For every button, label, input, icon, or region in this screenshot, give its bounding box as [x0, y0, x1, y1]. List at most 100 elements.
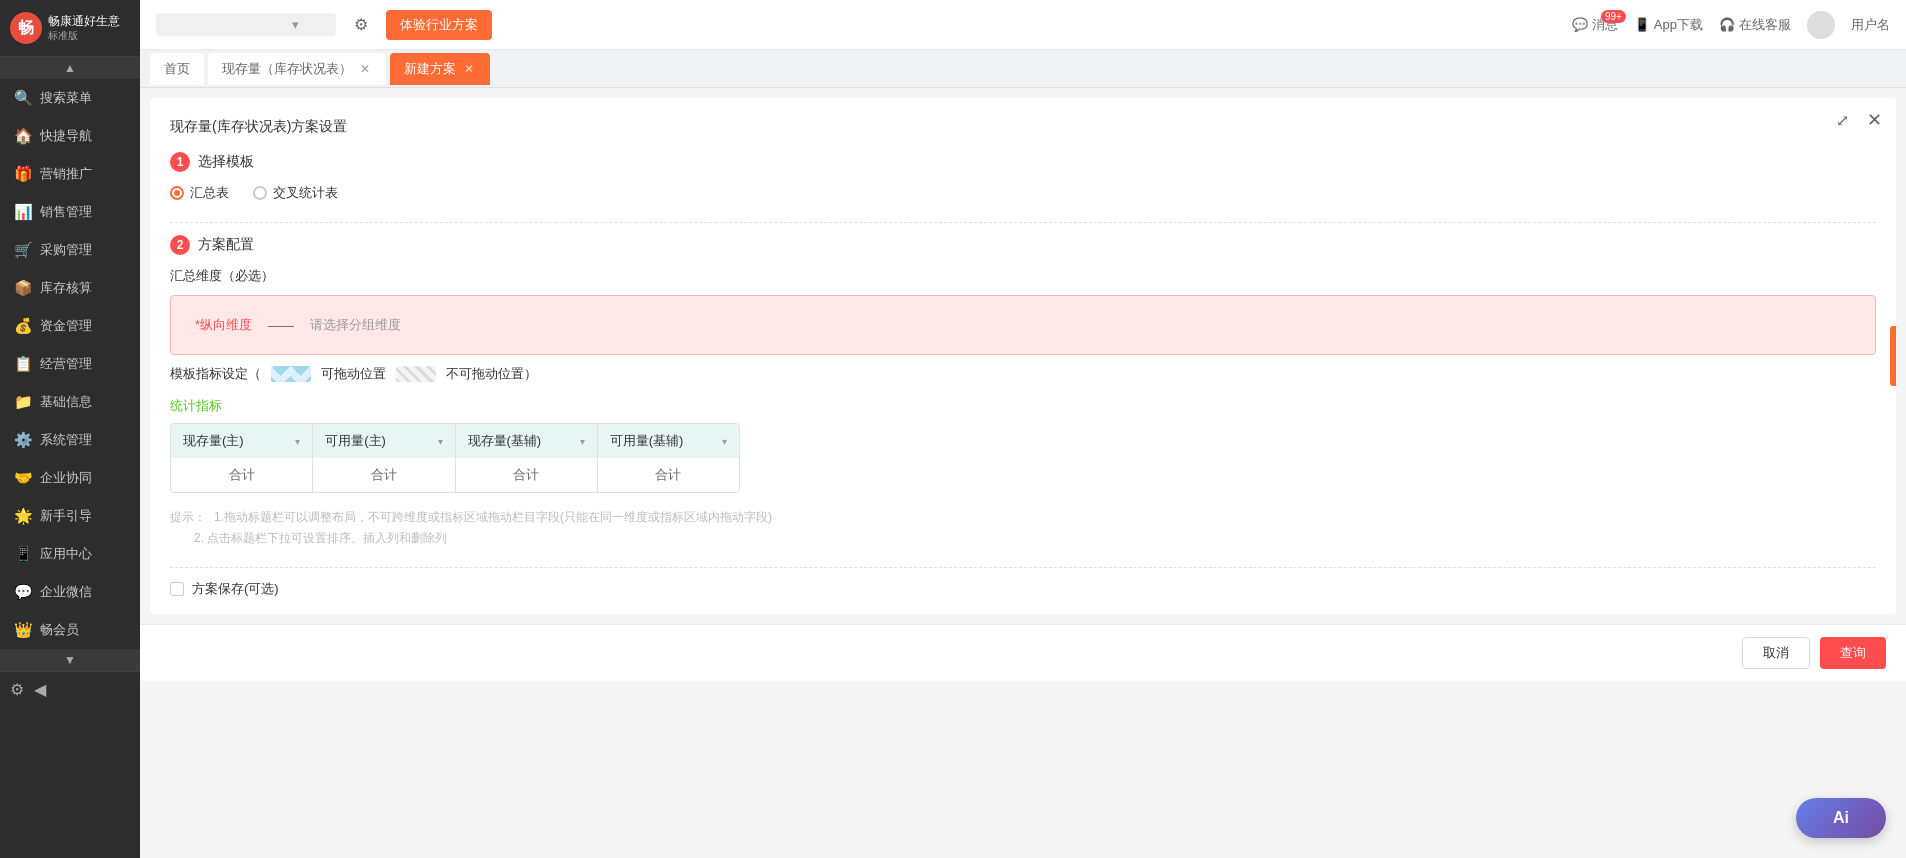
- stats-col-3[interactable]: 现存量(基辅) ▾: [456, 424, 598, 458]
- col2-dropdown-icon[interactable]: ▾: [438, 436, 443, 447]
- sidebar-logo: 畅 畅康通好生意 标准版: [0, 0, 140, 57]
- header-right: 💬 消息 99+ 📱 App下载 🎧 在线客服 用户名: [1572, 11, 1890, 39]
- app-logo-icon: 畅: [10, 12, 42, 44]
- stats-col-2[interactable]: 可用量(主) ▾: [313, 424, 455, 458]
- radio-cross-dot: [253, 186, 267, 200]
- save-plan-row: 方案保存(可选): [170, 580, 1876, 598]
- main-panel: ⤢ ✕ 现存量(库存状况表)方案设置 1 选择模板 汇总表: [150, 98, 1896, 614]
- trial-button[interactable]: 体验行业方案: [386, 10, 492, 40]
- panel-expand-button[interactable]: ⤢: [1828, 106, 1856, 134]
- stats-table-header: 现存量(主) ▾ 可用量(主) ▾ 现存量(基辅) ▾ 可用量(基辅): [171, 424, 739, 458]
- sidebar-item-finance[interactable]: 💰 资金管理: [0, 307, 140, 345]
- draggable-label: 可拖动位置: [321, 365, 386, 383]
- panel-controls: ⤢ ✕: [1828, 106, 1888, 134]
- draggable-indicator: [271, 366, 311, 382]
- non-draggable-label: 不可拖动位置）: [446, 365, 537, 383]
- step1-title: 选择模板: [198, 153, 254, 171]
- query-button[interactable]: 查询: [1820, 637, 1886, 669]
- cancel-button[interactable]: 取消: [1742, 637, 1810, 669]
- sidebar-scroll-down[interactable]: ▼: [0, 649, 140, 671]
- radio-summary[interactable]: 汇总表: [170, 184, 229, 202]
- col3-dropdown-icon[interactable]: ▾: [580, 436, 585, 447]
- radio-cross[interactable]: 交叉统计表: [253, 184, 338, 202]
- step2-header: 2 方案配置: [170, 235, 1876, 255]
- top-header: ▾ ⚙ 体验行业方案 💬 消息 99+ 📱 App下载 🎧 在线客服 用户名: [140, 0, 1906, 50]
- sidebar-item-inventory[interactable]: 📦 库存核算: [0, 269, 140, 307]
- gift-icon: 🎁: [14, 165, 32, 183]
- tab-home[interactable]: 首页: [150, 53, 204, 85]
- footer-bar: 取消 查询: [140, 624, 1906, 681]
- sidebar-item-management[interactable]: 📋 经营管理: [0, 345, 140, 383]
- col1-dropdown-icon[interactable]: ▾: [295, 436, 300, 447]
- tips-section: 提示： 1.拖动标题栏可以调整布局，不可跨维度或指标区域拖动栏目字段(只能在同一…: [170, 509, 1876, 547]
- save-plan-label: 方案保存(可选): [192, 580, 279, 598]
- sidebar-item-system[interactable]: ⚙️ 系统管理: [0, 421, 140, 459]
- divider-2: [170, 567, 1876, 568]
- sidebar: 畅 畅康通好生意 标准版 ▲ 🔍 搜索菜单 🏠 快捷导航 🎁 营销推广 📊 销售…: [0, 0, 140, 858]
- gear-icon: ⚙️: [14, 431, 32, 449]
- phone-icon: 📱: [14, 545, 32, 563]
- vertical-dim-placeholder: 请选择分组维度: [310, 316, 401, 334]
- header-settings-button[interactable]: ⚙: [346, 10, 376, 40]
- stats-col-1[interactable]: 现存量(主) ▾: [171, 424, 313, 458]
- user-avatar[interactable]: [1807, 11, 1835, 39]
- sidebar-bottom: ⚙ ◀: [0, 671, 140, 707]
- chart-icon: 📊: [14, 203, 32, 221]
- app-download-button[interactable]: 📱 App下载: [1634, 16, 1703, 34]
- template-radio-group: 汇总表 交叉统计表: [170, 184, 1876, 202]
- sidebar-item-sales[interactable]: 📊 销售管理: [0, 193, 140, 231]
- online-service-button[interactable]: 🎧 在线客服: [1719, 16, 1791, 34]
- step1-badge: 1: [170, 152, 190, 172]
- headset-icon: 🎧: [1719, 17, 1735, 32]
- sidebar-scroll-up[interactable]: ▲: [0, 57, 140, 79]
- stats-col-4[interactable]: 可用量(基辅) ▾: [598, 424, 739, 458]
- tab-new-plan-close-icon[interactable]: ✕: [462, 60, 476, 78]
- chat-icon: 💬: [14, 583, 32, 601]
- tab-new-plan[interactable]: 新建方案 ✕: [390, 53, 490, 85]
- message-button[interactable]: 💬 消息 99+: [1572, 16, 1618, 34]
- panel-close-button[interactable]: ✕: [1860, 106, 1888, 134]
- clipboard-icon: 📋: [14, 355, 32, 373]
- col4-dropdown-icon[interactable]: ▾: [722, 436, 727, 447]
- money-icon: 💰: [14, 317, 32, 335]
- sidebar-item-basic-info[interactable]: 📁 基础信息: [0, 383, 140, 421]
- dimension-box[interactable]: *纵向维度 —— 请选择分组维度: [170, 295, 1876, 355]
- crown-icon: 👑: [14, 621, 32, 639]
- header-search-dropdown-icon[interactable]: ▾: [292, 17, 299, 32]
- sidebar-item-enterprise[interactable]: 🤝 企业协同: [0, 459, 140, 497]
- sidebar-item-purchase[interactable]: 🛒 采购管理: [0, 231, 140, 269]
- sidebar-item-member[interactable]: 👑 畅会员: [0, 611, 140, 649]
- sidebar-item-marketing[interactable]: 🎁 营销推广: [0, 155, 140, 193]
- stats-cell-1: 合计: [171, 458, 313, 492]
- folder-icon: 📁: [14, 393, 32, 411]
- tab-inventory-status[interactable]: 现存量（库存状况表） ✕: [208, 53, 386, 85]
- handshake-icon: 🤝: [14, 469, 32, 487]
- radio-summary-dot: [170, 186, 184, 200]
- header-search-input[interactable]: [166, 17, 286, 32]
- stats-table: 现存量(主) ▾ 可用量(主) ▾ 现存量(基辅) ▾ 可用量(基辅): [170, 423, 740, 493]
- stats-cell-4: 合计: [598, 458, 739, 492]
- stats-table-body: 合计 合计 合计 合计: [171, 458, 739, 492]
- sidebar-item-quick-nav[interactable]: 🏠 快捷导航: [0, 117, 140, 155]
- template-indicator-label: 模板指标设定（: [170, 365, 261, 383]
- sidebar-item-app-center[interactable]: 📱 应用中心: [0, 535, 140, 573]
- sidebar-item-newbie[interactable]: 🌟 新手引导: [0, 497, 140, 535]
- ai-bubble[interactable]: Ai: [1796, 798, 1886, 838]
- sidebar-item-wechat[interactable]: 💬 企业微信: [0, 573, 140, 611]
- tab-inventory-close-icon[interactable]: ✕: [358, 60, 372, 78]
- settings-bottom-icon[interactable]: ⚙: [10, 680, 24, 699]
- cart-icon: 🛒: [14, 241, 32, 259]
- save-plan-checkbox[interactable]: [170, 582, 184, 596]
- divider-1: [170, 222, 1876, 223]
- sidebar-item-search[interactable]: 🔍 搜索菜单: [0, 79, 140, 117]
- right-scroll-indicator: [1890, 326, 1896, 386]
- tab-bar: 首页 现存量（库存状况表） ✕ 新建方案 ✕: [140, 50, 1906, 88]
- collapse-icon[interactable]: ◀: [34, 680, 46, 699]
- home-icon: 🏠: [14, 127, 32, 145]
- dimension-row: *纵向维度 —— 请选择分组维度: [195, 316, 1851, 334]
- step1-header: 1 选择模板: [170, 152, 1876, 172]
- header-search-area[interactable]: ▾: [156, 13, 336, 36]
- username-label[interactable]: 用户名: [1851, 16, 1890, 34]
- step2-badge: 2: [170, 235, 190, 255]
- content-area: ⤢ ✕ 现存量(库存状况表)方案设置 1 选择模板 汇总表: [140, 88, 1906, 858]
